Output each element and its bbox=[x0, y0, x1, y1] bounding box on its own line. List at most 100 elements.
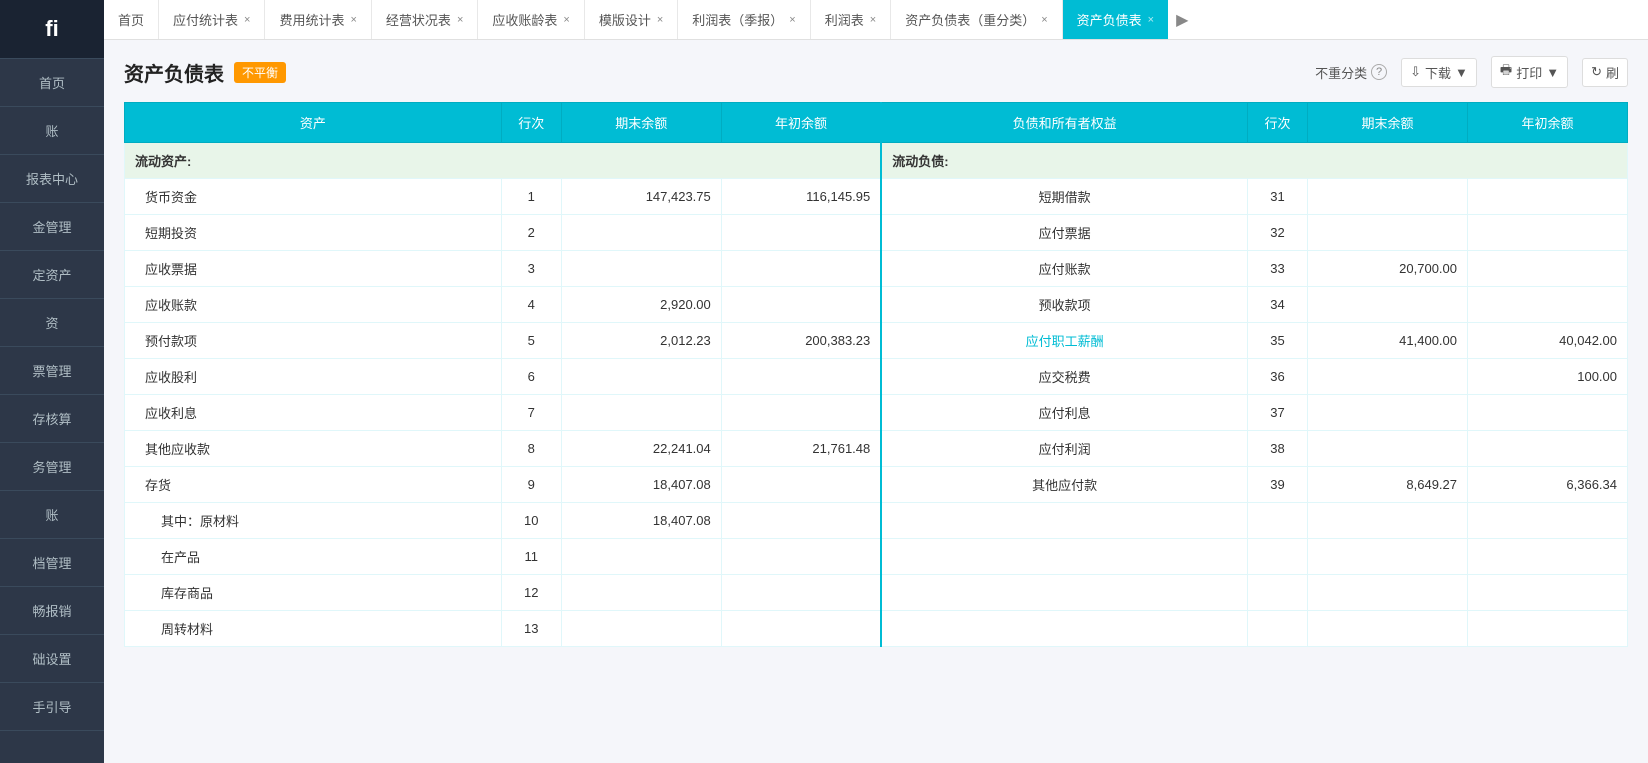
right-name: 短期借款 bbox=[881, 179, 1247, 215]
tab-expense-stats[interactable]: 费用统计表 × bbox=[265, 0, 371, 40]
tab-close-operations[interactable]: × bbox=[457, 14, 463, 26]
page-header: 资产负债表 不平衡 不重分类 ? ⇩ 下载 ▼ 🖶 打印 ▼ bbox=[124, 56, 1628, 88]
tab-close-template-design[interactable]: × bbox=[657, 14, 663, 26]
tab-template-design[interactable]: 模版设计 × bbox=[585, 0, 678, 40]
left-row-num: 11 bbox=[501, 539, 561, 575]
left-row-num: 8 bbox=[501, 431, 561, 467]
tab-profit[interactable]: 利润表 × bbox=[811, 0, 891, 40]
right-end-balance bbox=[1308, 215, 1468, 251]
header-row-num-right: 行次 bbox=[1248, 103, 1308, 143]
left-name: 其中：原材料 bbox=[125, 503, 502, 539]
left-row-num: 2 bbox=[501, 215, 561, 251]
right-begin-balance bbox=[1468, 179, 1628, 215]
right-name bbox=[881, 503, 1247, 539]
left-end-balance: 2,012.23 bbox=[561, 323, 721, 359]
print-button[interactable]: 🖶 打印 ▼ bbox=[1491, 56, 1568, 88]
right-row-num: 31 bbox=[1248, 179, 1308, 215]
right-row-num: 33 bbox=[1248, 251, 1308, 287]
left-end-balance: 147,423.75 bbox=[561, 179, 721, 215]
tab-balance[interactable]: 资产负债表 × bbox=[1063, 0, 1168, 40]
right-row-num: 32 bbox=[1248, 215, 1308, 251]
tab-close-profit[interactable]: × bbox=[870, 14, 876, 26]
print-icon: 🖶 bbox=[1500, 61, 1512, 83]
right-name bbox=[881, 575, 1247, 611]
sidebar-item-inventory[interactable]: 存核算 bbox=[0, 395, 104, 443]
right-row-num bbox=[1248, 575, 1308, 611]
right-name: 其他应付款 bbox=[881, 467, 1247, 503]
sidebar-item-invoice[interactable]: 票管理 bbox=[0, 347, 104, 395]
tab-home[interactable]: 首页 bbox=[104, 0, 159, 40]
left-begin-balance bbox=[721, 503, 881, 539]
sidebar-item-guide[interactable]: 手引导 bbox=[0, 683, 104, 731]
right-begin-balance bbox=[1468, 215, 1628, 251]
left-begin-balance bbox=[721, 467, 881, 503]
sidebar-item-assets[interactable]: 定资产 bbox=[0, 251, 104, 299]
left-row-num: 12 bbox=[501, 575, 561, 611]
tab-balance-reclassified[interactable]: 资产负债表（重分类） × bbox=[891, 0, 1062, 40]
sidebar-item-fund[interactable]: 金管理 bbox=[0, 203, 104, 251]
left-begin-balance bbox=[721, 611, 881, 647]
sidebar-item-account[interactable]: 账 bbox=[0, 107, 104, 155]
left-end-balance bbox=[561, 575, 721, 611]
sidebar-item-capital[interactable]: 资 bbox=[0, 299, 104, 347]
right-end-balance bbox=[1308, 395, 1468, 431]
tab-close-expense-stats[interactable]: × bbox=[350, 14, 356, 26]
right-begin-balance: 100.00 bbox=[1468, 359, 1628, 395]
right-end-balance bbox=[1308, 179, 1468, 215]
tab-close-payable-stats[interactable]: × bbox=[244, 14, 250, 26]
right-end-balance: 20,700.00 bbox=[1308, 251, 1468, 287]
tab-close-balance-reclassified[interactable]: × bbox=[1041, 14, 1047, 26]
right-begin-balance bbox=[1468, 503, 1628, 539]
download-button[interactable]: ⇩ 下载 ▼ bbox=[1401, 58, 1477, 87]
left-end-balance: 22,241.04 bbox=[561, 431, 721, 467]
left-name: 短期投资 bbox=[125, 215, 502, 251]
left-row-num: 10 bbox=[501, 503, 561, 539]
right-begin-balance bbox=[1468, 395, 1628, 431]
sidebar-item-home[interactable]: 首页 bbox=[0, 59, 104, 107]
section-right: 流动负债: bbox=[881, 143, 1627, 179]
right-end-balance bbox=[1308, 431, 1468, 467]
left-end-balance bbox=[561, 539, 721, 575]
right-begin-balance bbox=[1468, 575, 1628, 611]
sidebar-item-settings[interactable]: 础设置 bbox=[0, 635, 104, 683]
left-begin-balance bbox=[721, 251, 881, 287]
right-begin-balance bbox=[1468, 431, 1628, 467]
tab-arrow-right[interactable]: ▶ bbox=[1168, 10, 1196, 30]
left-name: 存货 bbox=[125, 467, 502, 503]
tab-close-receivable-aging[interactable]: × bbox=[563, 14, 569, 26]
right-end-balance: 8,649.27 bbox=[1308, 467, 1468, 503]
refresh-button[interactable]: ↻ 刷 bbox=[1582, 58, 1628, 87]
tab-operations[interactable]: 经营状况表 × bbox=[372, 0, 478, 40]
left-begin-balance bbox=[721, 215, 881, 251]
right-begin-balance: 40,042.00 bbox=[1468, 323, 1628, 359]
right-begin-balance bbox=[1468, 539, 1628, 575]
left-end-balance: 18,407.08 bbox=[561, 503, 721, 539]
sidebar-item-tax[interactable]: 务管理 bbox=[0, 443, 104, 491]
left-begin-balance bbox=[721, 539, 881, 575]
sidebar-item-reimbursement[interactable]: 畅报销 bbox=[0, 587, 104, 635]
tab-payable-stats[interactable]: 应付统计表 × bbox=[159, 0, 265, 40]
tab-close-profit-quarterly[interactable]: × bbox=[789, 14, 795, 26]
right-row-num: 36 bbox=[1248, 359, 1308, 395]
section-left: 流动资产: bbox=[125, 143, 882, 179]
tab-profit-quarterly[interactable]: 利润表（季报） × bbox=[678, 0, 810, 40]
left-begin-balance bbox=[721, 575, 881, 611]
right-row-num: 34 bbox=[1248, 287, 1308, 323]
left-end-balance bbox=[561, 251, 721, 287]
tab-receivable-aging[interactable]: 应收账龄表 × bbox=[478, 0, 584, 40]
left-name: 应收账款 bbox=[125, 287, 502, 323]
sidebar-item-reports[interactable]: 报表中心 bbox=[0, 155, 104, 203]
sidebar-item-archive[interactable]: 档管理 bbox=[0, 539, 104, 587]
tab-close-balance[interactable]: × bbox=[1148, 14, 1154, 26]
right-row-num: 37 bbox=[1248, 395, 1308, 431]
print-chevron-icon: ▼ bbox=[1546, 65, 1559, 80]
sidebar-item-ledger[interactable]: 账 bbox=[0, 491, 104, 539]
page-content: 资产负债表 不平衡 不重分类 ? ⇩ 下载 ▼ 🖶 打印 ▼ bbox=[104, 40, 1648, 763]
left-row-num: 3 bbox=[501, 251, 561, 287]
right-begin-balance bbox=[1468, 287, 1628, 323]
right-name: 应交税费 bbox=[881, 359, 1247, 395]
left-end-balance: 18,407.08 bbox=[561, 467, 721, 503]
right-end-balance bbox=[1308, 611, 1468, 647]
left-name: 周转材料 bbox=[125, 611, 502, 647]
help-icon[interactable]: ? bbox=[1371, 64, 1387, 80]
